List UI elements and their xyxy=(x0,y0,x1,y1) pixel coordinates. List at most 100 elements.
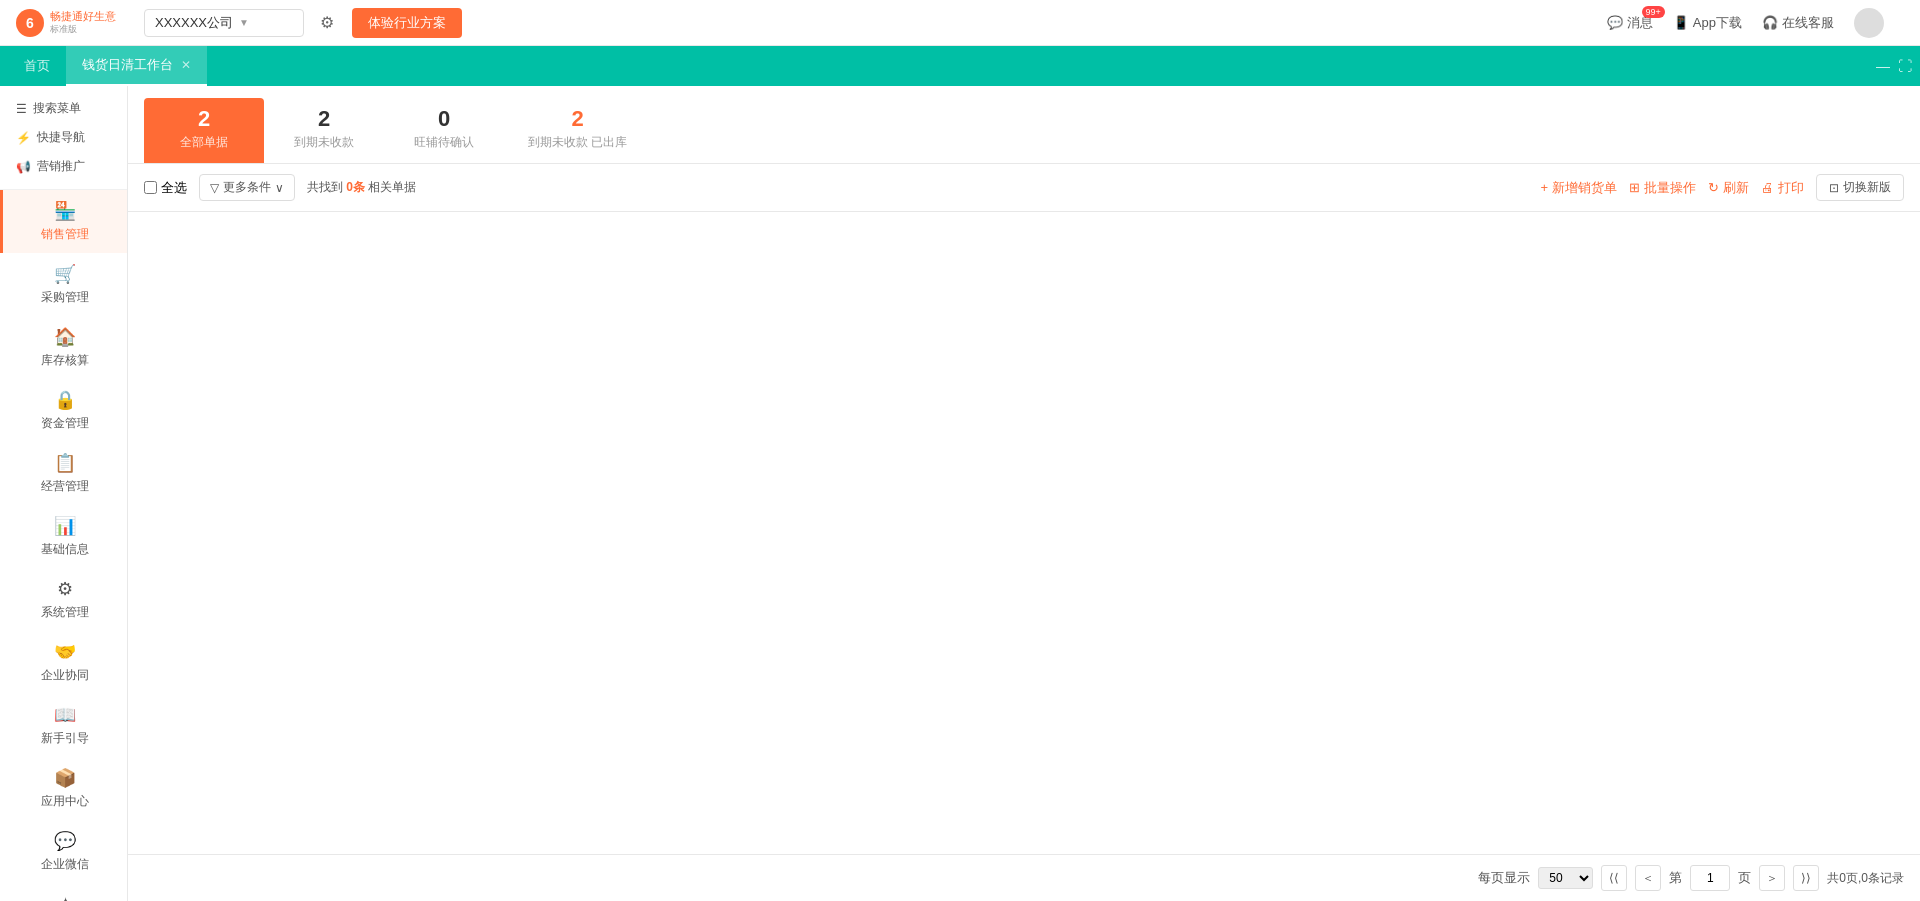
marketing-icon: 📢 xyxy=(16,160,31,174)
last-page-button[interactable]: ⟩⟩ xyxy=(1793,865,1819,891)
pagination: 每页显示 50 100 200 ⟨⟨ ＜ 第 页 ＞ ⟩⟩ 共0页,0条记录 xyxy=(128,854,1920,901)
purchase-label: 采购管理 xyxy=(41,289,89,306)
basic-label: 基础信息 xyxy=(41,541,89,558)
nav-minimize-icon[interactable]: — xyxy=(1876,58,1890,74)
batch-operation-button[interactable]: ⊞ 批量操作 xyxy=(1629,179,1696,197)
message-icon: 💬 xyxy=(1607,15,1623,30)
sidebar-item-system[interactable]: ⚙ 系统管理 xyxy=(0,568,127,631)
refresh-icon: ↻ xyxy=(1708,180,1719,195)
tab-workbench-close[interactable]: ✕ xyxy=(181,58,191,72)
sidebar-item-search[interactable]: ☰ 搜索菜单 xyxy=(8,94,119,123)
found-text: 共找到 0条 相关单据 xyxy=(307,179,416,196)
add-label: 新增销货单 xyxy=(1552,179,1617,197)
sidebar-item-wechat[interactable]: 💬 企业微信 xyxy=(0,820,127,883)
stats-tabs-row: 2 全部单据 2 到期未收款 0 旺辅待确认 2 到期未收款 已出库 xyxy=(144,98,1904,163)
sidebar-item-guide[interactable]: 📖 新手引导 xyxy=(0,694,127,757)
system-icon: ⚙ xyxy=(57,578,73,600)
stat-tab-overdue[interactable]: 2 到期未收款 xyxy=(264,98,384,163)
tab-workbench[interactable]: 钱货日清工作台 ✕ xyxy=(66,46,207,86)
found-suffix: 相关单据 xyxy=(368,180,416,194)
print-icon: 🖨 xyxy=(1761,180,1774,195)
nav-tabs: 首页 钱货日清工作台 ✕ — ⛶ xyxy=(0,46,1920,86)
sidebar-item-sales[interactable]: 🏪 销售管理 xyxy=(0,190,127,253)
sidebar-item-operation[interactable]: 📋 经营管理 xyxy=(0,442,127,505)
page-unit: 页 xyxy=(1738,869,1751,887)
refresh-button[interactable]: ↻ 刷新 xyxy=(1708,179,1749,197)
sidebar-item-inventory[interactable]: 🏠 库存核算 xyxy=(0,316,127,379)
tab-home[interactable]: 首页 xyxy=(8,46,66,86)
company-name: XXXXXX公司 xyxy=(155,14,233,32)
sidebar-item-finance[interactable]: 🔒 资金管理 xyxy=(0,379,127,442)
message-button[interactable]: 💬 消息 99+ xyxy=(1607,14,1653,32)
sidebar-item-cooperation[interactable]: 🤝 企业协同 xyxy=(0,631,127,694)
avatar[interactable] xyxy=(1854,8,1884,38)
page-number-input[interactable] xyxy=(1690,865,1730,891)
switch-version-button[interactable]: ⊡ 切换新版 xyxy=(1816,174,1904,201)
per-page-label: 每页显示 xyxy=(1478,869,1530,887)
sidebar-item-marketing[interactable]: 📢 营销推广 xyxy=(8,152,119,181)
appstore-icon: 📦 xyxy=(54,767,76,789)
per-page-select[interactable]: 50 100 200 xyxy=(1538,867,1593,889)
sidebar-item-purchase[interactable]: 🛒 采购管理 xyxy=(0,253,127,316)
tab-workbench-label: 钱货日清工作台 xyxy=(82,56,173,74)
sidebar-item-member[interactable]: ✦ 畅会员 xyxy=(0,883,127,901)
table-area xyxy=(128,212,1920,854)
nav-tabs-right: — ⛶ xyxy=(1876,58,1912,74)
more-filter-button[interactable]: ▽ 更多条件 ∨ xyxy=(199,174,295,201)
settings-button[interactable]: ⚙ xyxy=(312,8,342,38)
guide-label: 新手引导 xyxy=(41,730,89,747)
message-badge: 99+ xyxy=(1642,6,1665,18)
guide-icon: 📖 xyxy=(54,704,76,726)
prev-page-button[interactable]: ＜ xyxy=(1635,865,1661,891)
sales-label: 销售管理 xyxy=(41,226,89,243)
cooperation-icon: 🤝 xyxy=(54,641,76,663)
company-selector[interactable]: XXXXXX公司 ▼ xyxy=(144,9,304,37)
sidebar: ☰ 搜索菜单 ⚡ 快捷导航 📢 营销推广 🏪 销售管理 🛒 采购管理 🏠 库存核… xyxy=(0,86,128,901)
filter-icon: ▽ xyxy=(210,181,219,195)
refresh-label: 刷新 xyxy=(1723,179,1749,197)
finance-label: 资金管理 xyxy=(41,415,89,432)
stat-tab-all[interactable]: 2 全部单据 xyxy=(144,98,264,163)
purchase-icon: 🛒 xyxy=(54,263,76,285)
online-service-button[interactable]: 🎧 在线客服 xyxy=(1762,14,1834,32)
logo-text-area: 畅捷通好生意 标准版 xyxy=(50,9,116,36)
stat-tab-wangfu[interactable]: 0 旺辅待确认 xyxy=(384,98,504,163)
content-area: 2 全部单据 2 到期未收款 0 旺辅待确认 2 到期未收款 已出库 xyxy=(128,86,1920,901)
switch-icon: ⊡ xyxy=(1829,181,1839,195)
appstore-label: 应用中心 xyxy=(41,793,89,810)
filter-arrow-icon: ∨ xyxy=(275,181,284,195)
sidebar-item-quicknav[interactable]: ⚡ 快捷导航 xyxy=(8,123,119,152)
operation-icon: 📋 xyxy=(54,452,76,474)
stat-label-overdue: 到期未收款 xyxy=(294,134,354,151)
next-page-button[interactable]: ＞ xyxy=(1759,865,1785,891)
batch-label: 批量操作 xyxy=(1644,179,1696,197)
logo-text: 畅捷通好生意 xyxy=(50,9,116,23)
system-label: 系统管理 xyxy=(41,604,89,621)
sidebar-search-area: ☰ 搜索菜单 ⚡ 快捷导航 📢 营销推广 xyxy=(0,86,127,190)
print-button[interactable]: 🖨 打印 xyxy=(1761,179,1804,197)
stat-num-all: 2 xyxy=(198,106,210,132)
select-all-label: 全选 xyxy=(161,179,187,197)
select-all-checkbox[interactable]: 全选 xyxy=(144,179,187,197)
trial-button[interactable]: 体验行业方案 xyxy=(352,8,462,38)
stat-label-all: 全部单据 xyxy=(180,134,228,151)
stat-tab-shipped[interactable]: 2 到期未收款 已出库 xyxy=(504,98,651,163)
toolbar-right: + 新增销货单 ⊞ 批量操作 ↻ 刷新 🖨 打印 ⊡ 切换新版 xyxy=(1540,174,1904,201)
first-page-button[interactable]: ⟨⟨ xyxy=(1601,865,1627,891)
logo-area: 6 畅捷通好生意 标准版 xyxy=(16,9,144,37)
switch-label: 切换新版 xyxy=(1843,179,1891,196)
app-download-button[interactable]: 📱 App下载 xyxy=(1673,14,1742,32)
sidebar-item-appstore[interactable]: 📦 应用中心 xyxy=(0,757,127,820)
nav-maximize-icon[interactable]: ⛶ xyxy=(1898,58,1912,74)
cooperation-label: 企业协同 xyxy=(41,667,89,684)
stats-tabs: 2 全部单据 2 到期未收款 0 旺辅待确认 2 到期未收款 已出库 xyxy=(128,86,1920,164)
select-all-input[interactable] xyxy=(144,181,157,194)
batch-icon: ⊞ xyxy=(1629,180,1640,195)
online-service-label: 在线客服 xyxy=(1782,14,1834,32)
toolbar: 全选 ▽ 更多条件 ∨ 共找到 0条 相关单据 + 新增销货单 ⊞ 批量操作 xyxy=(128,164,1920,212)
quicknav-label: 快捷导航 xyxy=(37,129,85,146)
sidebar-item-basic[interactable]: 📊 基础信息 xyxy=(0,505,127,568)
add-sales-button[interactable]: + 新增销货单 xyxy=(1540,179,1617,197)
operation-label: 经营管理 xyxy=(41,478,89,495)
header-right: 💬 消息 99+ 📱 App下载 🎧 在线客服 xyxy=(1607,8,1904,38)
